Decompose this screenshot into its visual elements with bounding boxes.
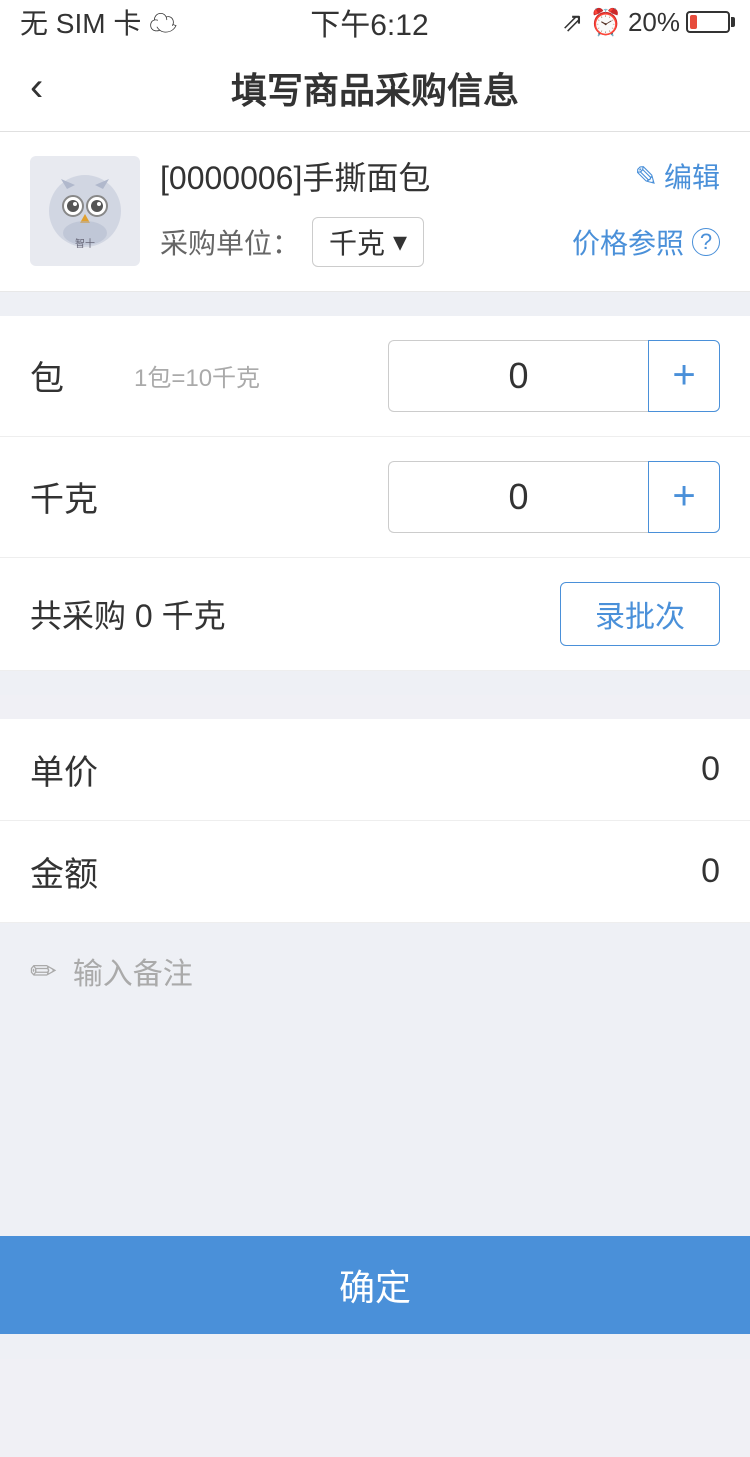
remark-section[interactable]: ✏ 输入备注 xyxy=(0,923,750,1019)
bao-sublabel: 1包=10千克 xyxy=(134,358,260,393)
remark-placeholder: 输入备注 xyxy=(73,949,193,993)
amount-label: 金额 xyxy=(30,847,98,896)
edit-icon: ✎ xyxy=(635,160,658,193)
product-info: [0000006]手撕面包 ✎ 编辑 采购单位： 千克 ▾ 价格参照 ? xyxy=(160,156,720,267)
section-divider-1 xyxy=(0,292,750,316)
product-thumbnail: 智十 xyxy=(30,156,140,266)
summary-row: 共采购 0 千克 录批次 xyxy=(0,558,750,671)
unit-price-value: 0 xyxy=(701,750,720,789)
unit-left: 采购单位： 千克 ▾ xyxy=(160,217,424,267)
status-left: 无 SIM 卡 ☁ xyxy=(20,2,177,42)
amount-value: 0 xyxy=(701,852,720,891)
bao-label: 包 xyxy=(30,351,110,400)
unit-price-label: 单价 xyxy=(30,745,98,794)
kg-label: 千克 xyxy=(30,472,110,521)
unit-label: 采购单位： xyxy=(160,222,300,262)
price-ref-button[interactable]: 价格参照 ? xyxy=(572,222,720,262)
bao-input-row: 包 1包=10千克 + xyxy=(0,316,750,437)
status-bar: 无 SIM 卡 ☁ 下午6:12 ⇗ ⏰ 20% xyxy=(0,0,750,44)
battery-icon xyxy=(686,11,730,33)
unit-select[interactable]: 千克 ▾ xyxy=(312,217,424,267)
price-ref-help-icon: ? xyxy=(692,228,720,256)
dropdown-arrow-icon: ▾ xyxy=(393,225,407,258)
unit-price-row: 单价 0 xyxy=(0,719,750,821)
svg-text:智十: 智十 xyxy=(75,237,95,250)
section-divider-2 xyxy=(0,671,750,695)
unit-value: 千克 xyxy=(329,222,385,262)
confirm-button[interactable]: 确定 xyxy=(0,1236,750,1334)
page-title: 填写商品采购信息 xyxy=(231,62,519,114)
bao-plus-button[interactable]: + xyxy=(648,340,720,412)
price-ref-label: 价格参照 xyxy=(572,222,684,262)
summary-text: 共采购 0 千克 xyxy=(30,591,226,637)
product-card: 智十 [0000006]手撕面包 ✎ 编辑 采购单位： 千克 ▾ xyxy=(0,132,750,292)
kg-number-input[interactable] xyxy=(388,461,648,533)
product-name: [0000006]手撕面包 xyxy=(160,156,430,201)
bao-number-input[interactable] xyxy=(388,340,648,412)
price-section: 单价 0 金额 0 xyxy=(0,719,750,923)
kg-input-row: 千克 + xyxy=(0,437,750,558)
alarm-icon: ⏰ xyxy=(590,7,622,38)
amount-row: 金额 0 xyxy=(0,821,750,923)
edit-button[interactable]: ✎ 编辑 xyxy=(635,156,720,196)
battery-percent: 20% xyxy=(628,7,680,38)
input-section: 包 1包=10千克 + 千克 + xyxy=(0,316,750,558)
location-icon: ⇗ xyxy=(562,7,584,38)
status-time: 下午6:12 xyxy=(310,0,428,44)
pencil-icon: ✏ xyxy=(30,952,57,990)
kg-plus-button[interactable]: + xyxy=(648,461,720,533)
back-button[interactable]: ‹ xyxy=(30,65,43,110)
nav-bar: ‹ 填写商品采购信息 xyxy=(0,44,750,132)
batch-button[interactable]: 录批次 xyxy=(560,582,720,646)
status-right: ⇗ ⏰ 20% xyxy=(562,7,730,38)
edit-label: 编辑 xyxy=(664,156,720,196)
sim-status: 无 SIM 卡 ☁ xyxy=(20,2,177,42)
